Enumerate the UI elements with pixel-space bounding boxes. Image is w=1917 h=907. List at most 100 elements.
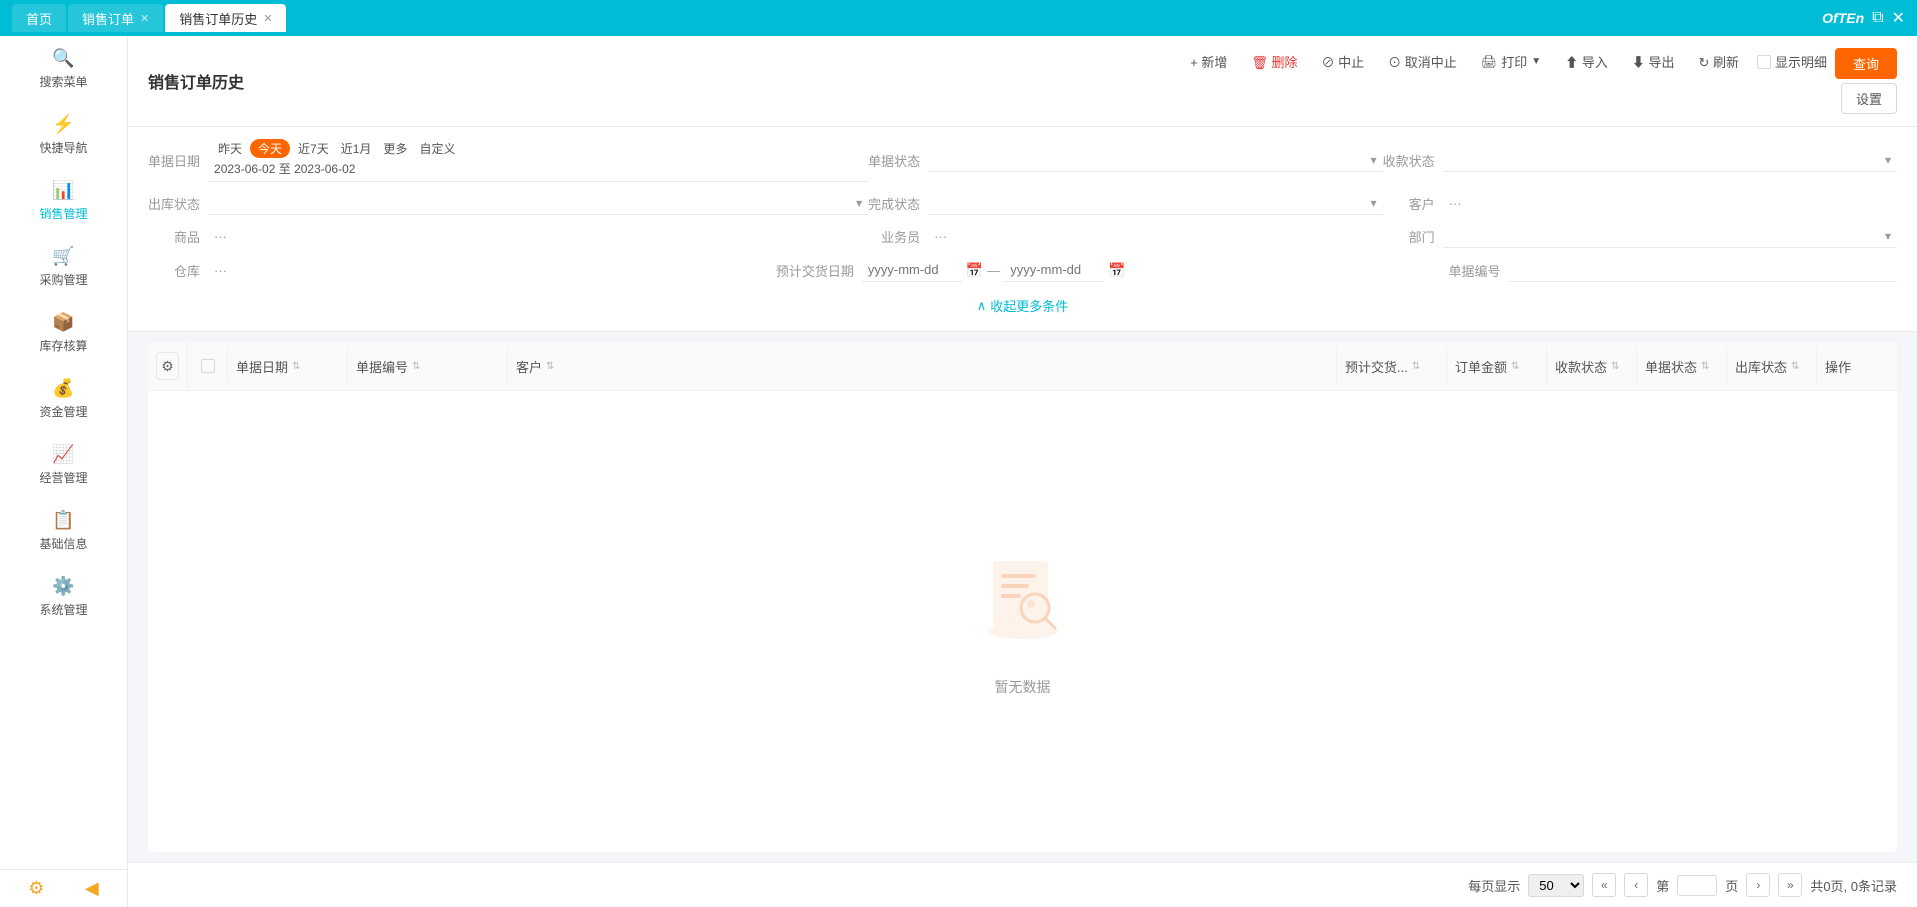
outbound-status-select[interactable]: ▾ <box>208 192 868 215</box>
th-amount[interactable]: 订单金额 ⇅ <box>1447 347 1547 386</box>
delivery-date-end-calendar-icon[interactable]: 📅 <box>1108 262 1125 279</box>
last-page-button[interactable]: » <box>1778 873 1802 897</box>
th-receipt[interactable]: 收款状态 ⇅ <box>1547 347 1637 386</box>
th-delivery[interactable]: 预计交货... ⇅ <box>1337 347 1447 386</box>
th-delivery-label: 预计交货... <box>1345 357 1408 376</box>
refresh-button[interactable]: ↻ 刷新 <box>1692 48 1745 75</box>
tab-sales-order-history-close[interactable]: ✕ <box>263 12 272 25</box>
display-detail-checkbox-box[interactable] <box>1757 55 1771 69</box>
outbound-status-label: 出库状态 <box>148 194 208 213</box>
tab-sales-order-history[interactable]: 销售订单历史 ✕ <box>165 4 286 32</box>
th-status[interactable]: 单据状态 ⇅ <box>1637 347 1727 386</box>
purchase-mgmt-icon: 🛒 <box>52 246 74 267</box>
basic-info-icon: 📋 <box>52 510 74 531</box>
th-outbound-label: 出库状态 <box>1735 357 1787 376</box>
order-status-select[interactable]: ▾ <box>928 149 1382 172</box>
th-customer-sort-icon: ⇅ <box>546 361 554 372</box>
goods-dots[interactable]: ··· <box>208 225 233 248</box>
date-1month-btn[interactable]: 近1月 <box>337 139 376 158</box>
complete-status-select[interactable]: ▾ <box>928 192 1382 215</box>
select-all-checkbox[interactable] <box>201 359 215 373</box>
tab-sales-order[interactable]: 销售订单 ✕ <box>68 4 163 32</box>
sidebar-item-capital-mgmt[interactable]: 💰 资金管理 <box>0 366 127 432</box>
sidebar-item-purchase-mgmt[interactable]: 🛒 采购管理 <box>0 234 127 300</box>
date-dash: — <box>987 263 1000 278</box>
th-delivery-sort-icon: ⇅ <box>1412 361 1420 372</box>
department-select[interactable]: ▾ <box>1443 225 1897 248</box>
delivery-date-start-input[interactable] <box>862 258 962 282</box>
sidebar-item-sys-mgmt[interactable]: ⚙️ 系统管理 <box>0 564 127 630</box>
capital-mgmt-icon: 💰 <box>52 378 74 399</box>
print-button[interactable]: 🖨 打印 ▼ <box>1475 48 1547 75</box>
th-date[interactable]: 单据日期 ⇅ <box>228 347 348 386</box>
th-number-label: 单据编号 <box>356 357 408 376</box>
th-number[interactable]: 单据编号 ⇅ <box>348 347 508 386</box>
query-button[interactable]: 查询 <box>1835 48 1897 79</box>
sidebar-item-inventory[interactable]: 📦 库存核算 <box>0 300 127 366</box>
page-prefix: 第 <box>1656 876 1669 895</box>
filter-order-status: 单据状态 ▾ <box>868 149 1382 172</box>
outbound-status-chevron-icon: ▾ <box>856 196 862 210</box>
sidebar-item-sales-mgmt[interactable]: 📊 销售管理 <box>0 168 127 234</box>
filter-complete-status: 完成状态 ▾ <box>868 192 1382 215</box>
th-action-label: 操作 <box>1825 357 1851 376</box>
sidebar-settings-icon[interactable]: ⚙ <box>28 878 44 899</box>
page-number-input[interactable]: 1 <box>1677 875 1717 896</box>
table-gear-button[interactable]: ⚙ <box>156 352 179 380</box>
th-gear: ⚙ <box>148 342 188 390</box>
table-header: ⚙ 单据日期 ⇅ 单据编号 ⇅ 客户 ⇅ 预计交货... <box>148 342 1897 391</box>
import-button[interactable]: ⬆ 导入 <box>1559 48 1614 75</box>
display-detail-checkbox[interactable]: 显示明细 <box>1757 52 1827 71</box>
date-7days-btn[interactable]: 近7天 <box>294 139 333 158</box>
collapse-label: 收起更多条件 <box>990 296 1068 315</box>
export-button[interactable]: ⬇ 导出 <box>1626 48 1681 75</box>
filter-area: 单据日期 昨天 今天 近7天 近1月 更多 自定义 2023-06-02 至 2… <box>128 127 1917 332</box>
warehouse-dots[interactable]: ··· <box>208 259 233 282</box>
tab-sales-order-close[interactable]: ✕ <box>140 12 149 25</box>
cancel-stop-button[interactable]: ⊙ 取消中止 <box>1382 48 1463 75</box>
th-receipt-sort-icon: ⇅ <box>1611 361 1619 372</box>
receipt-status-select[interactable]: ▾ <box>1443 149 1897 172</box>
new-button[interactable]: + 新增 <box>1184 48 1233 75</box>
sidebar-item-basic-info[interactable]: 📋 基础信息 <box>0 498 127 564</box>
date-custom-btn[interactable]: 自定义 <box>415 139 459 158</box>
empty-illustration <box>963 546 1083 665</box>
stop-button[interactable]: ⊘ 中止 <box>1316 48 1371 75</box>
prev-page-button[interactable]: ‹ <box>1624 873 1648 897</box>
page-suffix: 页 <box>1725 876 1738 895</box>
page-title: 销售订单历史 <box>148 69 244 93</box>
delivery-date-end-input[interactable] <box>1004 258 1104 282</box>
date-today-btn[interactable]: 今天 <box>250 139 290 158</box>
first-page-button[interactable]: « <box>1592 873 1616 897</box>
next-page-button[interactable]: › <box>1746 873 1770 897</box>
setting-button[interactable]: 设置 <box>1841 83 1897 114</box>
th-outbound[interactable]: 出库状态 ⇅ <box>1727 347 1817 386</box>
delivery-date-start-calendar-icon[interactable]: 📅 <box>966 262 983 279</box>
date-more-btn[interactable]: 更多 <box>379 139 411 158</box>
th-date-label: 单据日期 <box>236 357 288 376</box>
sidebar-item-ops-mgmt[interactable]: 📈 经营管理 <box>0 432 127 498</box>
sidebar-item-quick-nav-label: 快捷导航 <box>39 139 87 156</box>
sidebar-item-quick-nav[interactable]: ⚡ 快捷导航 <box>0 102 127 168</box>
collapse-link[interactable]: ∧ 收起更多条件 <box>148 292 1897 319</box>
restore-icon[interactable]: ⧉ <box>1872 9 1883 27</box>
sidebar-item-search-menu[interactable]: 🔍 搜索菜单 <box>0 36 127 102</box>
salesperson-dots[interactable]: ··· <box>928 225 953 248</box>
delete-button[interactable]: 🗑 删除 <box>1245 48 1303 75</box>
collapse-up-icon: ∧ <box>977 298 987 314</box>
order-status-label: 单据状态 <box>868 151 928 170</box>
date-yesterday-btn[interactable]: 昨天 <box>214 139 246 158</box>
tab-home[interactable]: 首页 <box>12 4 66 32</box>
page-size-select[interactable]: 50 10 20 100 <box>1528 874 1584 897</box>
table-footer: 每页显示 50 10 20 100 « ‹ 第 1 页 › » 共0页, 0条记… <box>128 862 1917 907</box>
tab-home-label: 首页 <box>26 9 52 28</box>
customer-dots[interactable]: ··· <box>1443 192 1468 215</box>
order-number-input[interactable] <box>1509 258 1897 282</box>
empty-area: 暂无数据 <box>148 391 1897 852</box>
sidebar-item-ops-mgmt-label: 经营管理 <box>39 469 87 486</box>
print-icon: 🖨 <box>1481 54 1498 70</box>
sidebar-collapse-icon[interactable]: ◀ <box>85 878 99 899</box>
close-icon[interactable]: ✕ <box>1892 8 1905 28</box>
th-customer[interactable]: 客户 ⇅ <box>508 347 1337 386</box>
toolbar: + 新增 🗑 删除 ⊘ 中止 ⊙ 取消中止 🖨 打印 ▼ ⬆ 导入 ⬇ 导出 ↻… <box>1184 48 1827 75</box>
